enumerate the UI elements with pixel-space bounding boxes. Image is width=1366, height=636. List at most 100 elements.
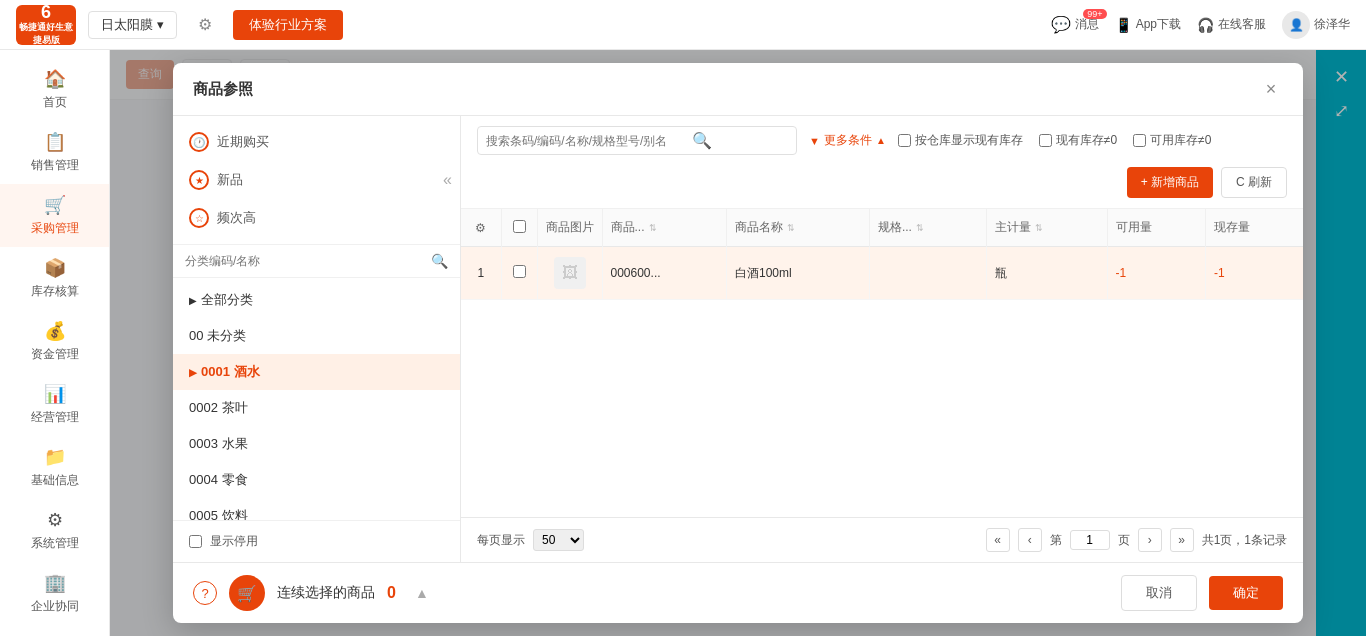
product-image: 🖼: [554, 257, 586, 289]
page-size-select[interactable]: 10 20 50 100: [533, 529, 584, 551]
row-name: 白酒100ml: [726, 247, 869, 300]
modal-header: 商品参照 ×: [173, 63, 1303, 116]
quick-item-recent[interactable]: 🕐 近期购买: [173, 124, 460, 160]
sidebar: 🏠 首页 📋 销售管理 🛒 采购管理 📦 库存核算 💰 资金管理 📊 经营管理 …: [0, 50, 110, 636]
col-available: 可用量: [1107, 209, 1205, 247]
logo-brand: 畅捷通好生意: [19, 21, 73, 34]
collapse-footer-button[interactable]: ▲: [408, 579, 436, 607]
category-list: ▶ 全部分类 00 未分类 ▶ 0001 酒水 0002 茶: [173, 278, 460, 520]
logo-sub: 捷易版: [33, 34, 60, 47]
sidebar-item-system[interactable]: ⚙ 系统管理: [0, 499, 109, 562]
prev-page-button[interactable]: ‹: [1018, 528, 1042, 552]
quick-item-frequent[interactable]: ☆ 频次高: [173, 200, 460, 236]
category-0005[interactable]: 0005 饮料: [173, 498, 460, 520]
user-profile[interactable]: 👤 徐泽华: [1282, 11, 1350, 39]
filter-more-button[interactable]: ▼ 更多条件 ▲: [809, 132, 886, 149]
quick-item-new[interactable]: ★ 新品: [173, 162, 460, 198]
messages-btn[interactable]: 💬 消息 99+: [1051, 15, 1099, 34]
quick-items: 🕐 近期购买 ★ 新品 ☆ 频次高 «: [173, 116, 460, 245]
sort-code-icon: ⇅: [649, 223, 657, 233]
row-stock: -1: [1205, 247, 1303, 300]
collapse-button[interactable]: «: [443, 171, 452, 189]
col-gear[interactable]: ⚙: [461, 209, 501, 247]
pagination-bar: 每页显示 10 20 50 100 « ‹ 第: [461, 517, 1303, 562]
sidebar-item-inventory[interactable]: 📦 库存核算: [0, 247, 109, 310]
col-code[interactable]: 商品... ⇅: [602, 209, 726, 247]
pagination-total: 共1页，1条记录: [1202, 532, 1287, 549]
select-all-checkbox[interactable]: [513, 220, 526, 233]
finance-icon: 💰: [44, 320, 66, 342]
col-spec[interactable]: 规格... ⇅: [869, 209, 986, 247]
category-0003[interactable]: 0003 水果: [173, 426, 460, 462]
category-0004[interactable]: 0004 零食: [173, 462, 460, 498]
home-icon: 🏠: [44, 68, 66, 90]
col-image: 商品图片: [537, 209, 602, 247]
sidebar-item-basics[interactable]: 📁 基础信息: [0, 436, 109, 499]
messages-badge: 99+: [1083, 9, 1106, 19]
page-number-input[interactable]: [1070, 530, 1110, 550]
category-00[interactable]: 00 未分类: [173, 318, 460, 354]
first-page-button[interactable]: «: [986, 528, 1010, 552]
show-disabled-checkbox[interactable]: [189, 535, 202, 548]
row-checkbox[interactable]: [501, 247, 537, 300]
collab-icon: 🏢: [44, 572, 66, 594]
col-select-all[interactable]: [501, 209, 537, 247]
app-logo: 6 畅捷通好生意 捷易版: [16, 5, 76, 45]
toolbar-right-buttons: + 新增商品 C 刷新: [1127, 167, 1287, 198]
new-icon: ★: [189, 170, 209, 190]
next-page-button[interactable]: ›: [1138, 528, 1162, 552]
checkbox-existing-stock-input[interactable]: [1039, 134, 1052, 147]
row-unit: 瓶: [986, 247, 1107, 300]
table-row[interactable]: 1 🖼: [461, 247, 1303, 300]
category-all[interactable]: ▶ 全部分类: [173, 282, 460, 318]
app-download-btn[interactable]: 📱 App下载: [1115, 16, 1181, 33]
trial-button[interactable]: 体验行业方案: [233, 10, 343, 40]
sidebar-item-operations[interactable]: 📊 经营管理: [0, 373, 109, 436]
help-icon[interactable]: ?: [193, 581, 217, 605]
sidebar-item-finance[interactable]: 💰 资金管理: [0, 310, 109, 373]
cart-icon: 🛒: [237, 584, 257, 603]
show-disabled-label[interactable]: 显示停用: [210, 533, 258, 550]
checkbox-available-stock[interactable]: 可用库存≠0: [1133, 132, 1211, 149]
store-dropdown[interactable]: 日太阳膜 ▾: [88, 11, 177, 39]
category-0001[interactable]: ▶ 0001 酒水: [173, 354, 460, 390]
table-body: 1 🖼: [461, 247, 1303, 300]
sales-icon: 📋: [44, 131, 66, 153]
checkbox-by-warehouse-input[interactable]: [898, 134, 911, 147]
sidebar-item-home[interactable]: 🏠 首页: [0, 58, 109, 121]
navbar-right: 💬 消息 99+ 📱 App下载 🎧 在线客服 👤 徐泽华: [1051, 11, 1350, 39]
modal-title: 商品参照: [193, 80, 253, 99]
category-search: 🔍: [173, 245, 460, 278]
col-name[interactable]: 商品名称 ⇅: [726, 209, 869, 247]
refresh-button[interactable]: C 刷新: [1221, 167, 1287, 198]
modal-close-button[interactable]: ×: [1259, 77, 1283, 101]
row-seq: 1: [461, 247, 501, 300]
col-unit[interactable]: 主计量 ⇅: [986, 209, 1107, 247]
customer-service-btn[interactable]: 🎧 在线客服: [1197, 16, 1266, 33]
settings-icon[interactable]: ⚙: [189, 9, 221, 41]
modal-overlay: 商品参照 × 🕐 近期购买 ★: [110, 50, 1366, 636]
product-reference-modal: 商品参照 × 🕐 近期购买 ★: [173, 63, 1303, 623]
product-search-icon[interactable]: 🔍: [692, 131, 712, 150]
category-search-input[interactable]: [185, 254, 423, 268]
confirm-button[interactable]: 确定: [1209, 576, 1283, 610]
checkbox-by-warehouse[interactable]: 按仓库显示现有库存: [898, 132, 1023, 149]
sidebar-item-purchase[interactable]: 🛒 采购管理: [0, 184, 109, 247]
modal-right-toolbar: 🔍 ▼ 更多条件 ▲ 按仓库显示现有库存: [461, 116, 1303, 209]
category-0002[interactable]: 0002 茶叶: [173, 390, 460, 426]
cart-button[interactable]: 🛒: [229, 575, 265, 611]
category-search-icon[interactable]: 🔍: [431, 253, 448, 269]
add-product-button[interactable]: + 新增商品: [1127, 167, 1213, 198]
sidebar-item-guide[interactable]: 🎓 新手引导: [0, 625, 109, 636]
last-page-button[interactable]: »: [1170, 528, 1194, 552]
checkbox-available-stock-input[interactable]: [1133, 134, 1146, 147]
inventory-icon: 📦: [44, 257, 66, 279]
sidebar-item-collab[interactable]: 🏢 企业协同: [0, 562, 109, 625]
sidebar-item-sales[interactable]: 📋 销售管理: [0, 121, 109, 184]
row-available: -1: [1107, 247, 1205, 300]
product-search-input[interactable]: [486, 134, 686, 148]
col-stock: 现存量: [1205, 209, 1303, 247]
checkbox-existing-stock[interactable]: 现有库存≠0: [1039, 132, 1117, 149]
row-select-checkbox[interactable]: [513, 265, 526, 278]
cancel-button[interactable]: 取消: [1121, 575, 1197, 611]
